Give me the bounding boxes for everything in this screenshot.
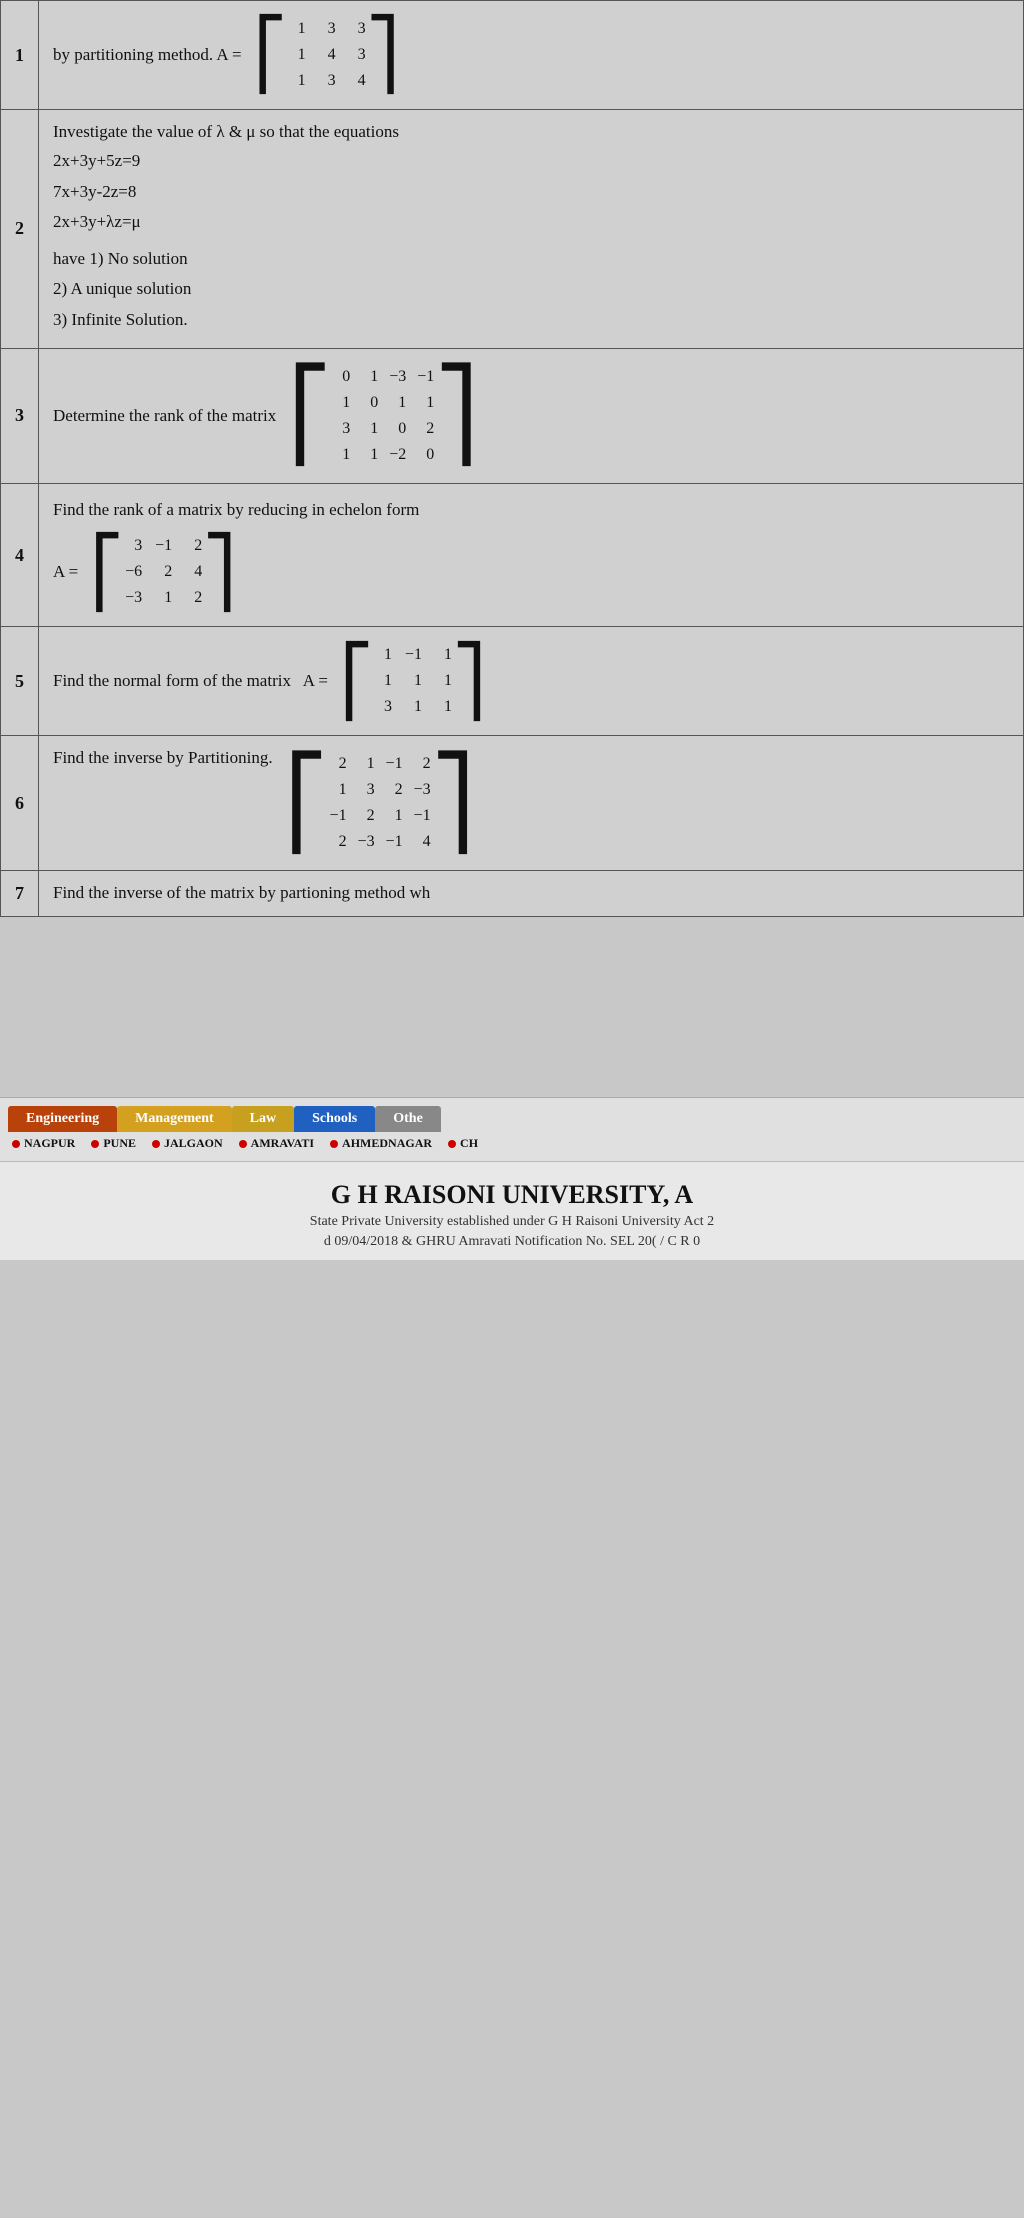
nav-tab-other[interactable]: Othe <box>375 1106 441 1132</box>
dot-ahmednagar <box>330 1140 338 1148</box>
row-content-6: Find the inverse by Partitioning. ⎡ 2 1 … <box>39 736 1024 871</box>
row-number-6: 6 <box>1 736 39 871</box>
row-content-3: Determine the rank of the matrix ⎡ 0 1 −… <box>39 348 1024 483</box>
left-bracket: ⎡ <box>254 24 288 85</box>
row5-inner: Find the normal form of the matrix A = ⎡… <box>53 639 1009 723</box>
right-bracket-4: ⎤ <box>202 542 236 603</box>
row-content-7: Find the inverse of the matrix by partio… <box>39 871 1024 917</box>
matrix-grid-row5: 1 −1 1 1 1 1 3 1 1 <box>374 643 452 719</box>
subtab-pune: PUNE <box>91 1136 136 1151</box>
row-number-4: 4 <box>1 483 39 627</box>
table-row: 1 by partitioning method. A = ⎡ 1 3 3 1 <box>1 1 1024 110</box>
solution-1: have 1) No solution <box>53 244 1009 275</box>
table-row: 6 Find the inverse by Partitioning. ⎡ 2 … <box>1 736 1024 871</box>
matrix-grid-row1: 1 3 3 1 4 3 1 3 4 <box>288 17 366 93</box>
table-row: 2 Investigate the value of λ & μ so that… <box>1 110 1024 349</box>
matrix-row5: ⎡ 1 −1 1 1 1 1 3 1 1 <box>340 643 486 719</box>
nav-subtabs: NAGPUR PUNE JALGAON AMRAVATI AHMEDNAGAR … <box>0 1132 1024 1155</box>
row-content-1: by partitioning method. A = ⎡ 1 3 3 1 4 … <box>39 1 1024 110</box>
row-content-4: Find the rank of a matrix by reducing in… <box>39 483 1024 627</box>
equation-1: 2x+3y+5z=9 <box>53 146 1009 177</box>
table-row: 4 Find the rank of a matrix by reducing … <box>1 483 1024 627</box>
matrix-row6: ⎡ 2 1 −1 2 1 3 2 −3 −1 2 <box>285 752 475 854</box>
spacer <box>0 917 1024 1097</box>
row3-text: Determine the rank of the matrix <box>53 406 276 426</box>
row6-text: Find the inverse by Partitioning. <box>53 748 273 768</box>
row1-inner: by partitioning method. A = ⎡ 1 3 3 1 4 … <box>53 13 1009 97</box>
dot-amravati <box>239 1140 247 1148</box>
table-row: 7 Find the inverse of the matrix by part… <box>1 871 1024 917</box>
subtab-ahmednagar-label: AHMEDNAGAR <box>342 1136 432 1151</box>
question-table: 1 by partitioning method. A = ⎡ 1 3 3 1 <box>0 0 1024 917</box>
subtab-ch-label: CH <box>460 1136 478 1151</box>
right-bracket-3: ⎤ <box>434 376 478 455</box>
row5-text: Find the normal form of the matrix A = <box>53 671 328 691</box>
subtab-amravati: AMRAVATI <box>239 1136 314 1151</box>
matrix-grid-row3: 0 1 −3 −1 1 0 1 1 3 1 0 <box>332 365 434 467</box>
row-number-2: 2 <box>1 110 39 349</box>
row7-inner: Find the inverse of the matrix by partio… <box>53 883 1009 903</box>
row-number-7: 7 <box>1 871 39 917</box>
right-bracket-5: ⎤ <box>452 651 486 712</box>
row2-intro: Investigate the value of λ & μ so that t… <box>53 122 1009 142</box>
right-bracket: ⎤ <box>366 24 400 85</box>
left-bracket-3: ⎡ <box>288 376 332 455</box>
nav-tab-engineering[interactable]: Engineering <box>8 1106 117 1132</box>
subtab-pune-label: PUNE <box>103 1136 136 1151</box>
solutions-block: have 1) No solution 2) A unique solution… <box>53 244 1009 336</box>
nav-tab-schools[interactable]: Schools <box>294 1106 375 1132</box>
nav-tab-management[interactable]: Management <box>117 1106 232 1132</box>
matrix-row3: ⎡ 0 1 −3 −1 1 0 1 1 3 1 <box>288 365 478 467</box>
subtab-nagpur: NAGPUR <box>12 1136 75 1151</box>
row2-inner: Investigate the value of λ & μ so that t… <box>53 122 1009 336</box>
subtab-jalgaon: JALGAON <box>152 1136 223 1151</box>
right-bracket-6: ⎤ <box>431 764 475 843</box>
dot-jalgaon <box>152 1140 160 1148</box>
row4-text: Find the rank of a matrix by reducing in… <box>53 496 1009 525</box>
left-bracket-4: ⎡ <box>90 542 124 603</box>
solution-2: 2) A unique solution <box>53 274 1009 305</box>
left-bracket-5: ⎡ <box>340 651 374 712</box>
row7-text: Find the inverse of the matrix by partio… <box>53 883 430 902</box>
matrix-grid-row6: 2 1 −1 2 1 3 2 −3 −1 2 1 <box>329 752 431 854</box>
matrix-grid-row4: 3 −1 2 −6 2 4 −3 1 2 <box>124 534 202 610</box>
nav-tabs: Engineering Management Law Schools Othe <box>0 1106 1024 1132</box>
equation-2: 7x+3y-2z=8 <box>53 177 1009 208</box>
equations-block: 2x+3y+5z=9 7x+3y-2z=8 2x+3y+λz=μ <box>53 146 1009 238</box>
subtab-jalgaon-label: JALGAON <box>164 1136 223 1151</box>
page-content: 1 by partitioning method. A = ⎡ 1 3 3 1 <box>0 0 1024 1260</box>
row1-text: by partitioning method. A = <box>53 45 242 65</box>
subtab-ahmednagar: AHMEDNAGAR <box>330 1136 432 1151</box>
row-content-5: Find the normal form of the matrix A = ⎡… <box>39 627 1024 736</box>
footer-subtitle: State Private University established und… <box>20 1214 1004 1230</box>
row-content-2: Investigate the value of λ & μ so that t… <box>39 110 1024 349</box>
solution-3: 3) Infinite Solution. <box>53 305 1009 336</box>
row4-a-label: A = <box>53 558 78 587</box>
equation-3: 2x+3y+λz=μ <box>53 207 1009 238</box>
footer: G H RAISONI UNIVERSITY, A State Private … <box>0 1161 1024 1260</box>
left-bracket-6: ⎡ <box>285 764 329 843</box>
matrix-A-row1: ⎡ 1 3 3 1 4 3 1 3 4 <box>254 17 400 93</box>
table-row: 5 Find the normal form of the matrix A =… <box>1 627 1024 736</box>
footer-subtitle2: d 09/04/2018 & GHRU Amravati Notificatio… <box>20 1234 1004 1250</box>
subtab-ch: CH <box>448 1136 478 1151</box>
bottom-nav: Engineering Management Law Schools Othe … <box>0 1097 1024 1161</box>
row-number-5: 5 <box>1 627 39 736</box>
matrix-row4: ⎡ 3 −1 2 −6 2 4 −3 1 <box>90 534 236 610</box>
row6-inner: Find the inverse by Partitioning. ⎡ 2 1 … <box>53 748 1009 858</box>
table-row: 3 Determine the rank of the matrix ⎡ 0 1… <box>1 348 1024 483</box>
row-number-3: 3 <box>1 348 39 483</box>
row4-matrix-row: A = ⎡ 3 −1 2 −6 2 4 −3 <box>53 530 1009 614</box>
footer-title: G H RAISONI UNIVERSITY, A <box>20 1180 1004 1210</box>
subtab-amravati-label: AMRAVATI <box>251 1136 314 1151</box>
nav-tab-law[interactable]: Law <box>232 1106 294 1132</box>
subtab-nagpur-label: NAGPUR <box>24 1136 75 1151</box>
dot-ch <box>448 1140 456 1148</box>
row4-inner: Find the rank of a matrix by reducing in… <box>53 496 1009 615</box>
dot-pune <box>91 1140 99 1148</box>
row3-inner: Determine the rank of the matrix ⎡ 0 1 −… <box>53 361 1009 471</box>
row-number-1: 1 <box>1 1 39 110</box>
dot-nagpur <box>12 1140 20 1148</box>
